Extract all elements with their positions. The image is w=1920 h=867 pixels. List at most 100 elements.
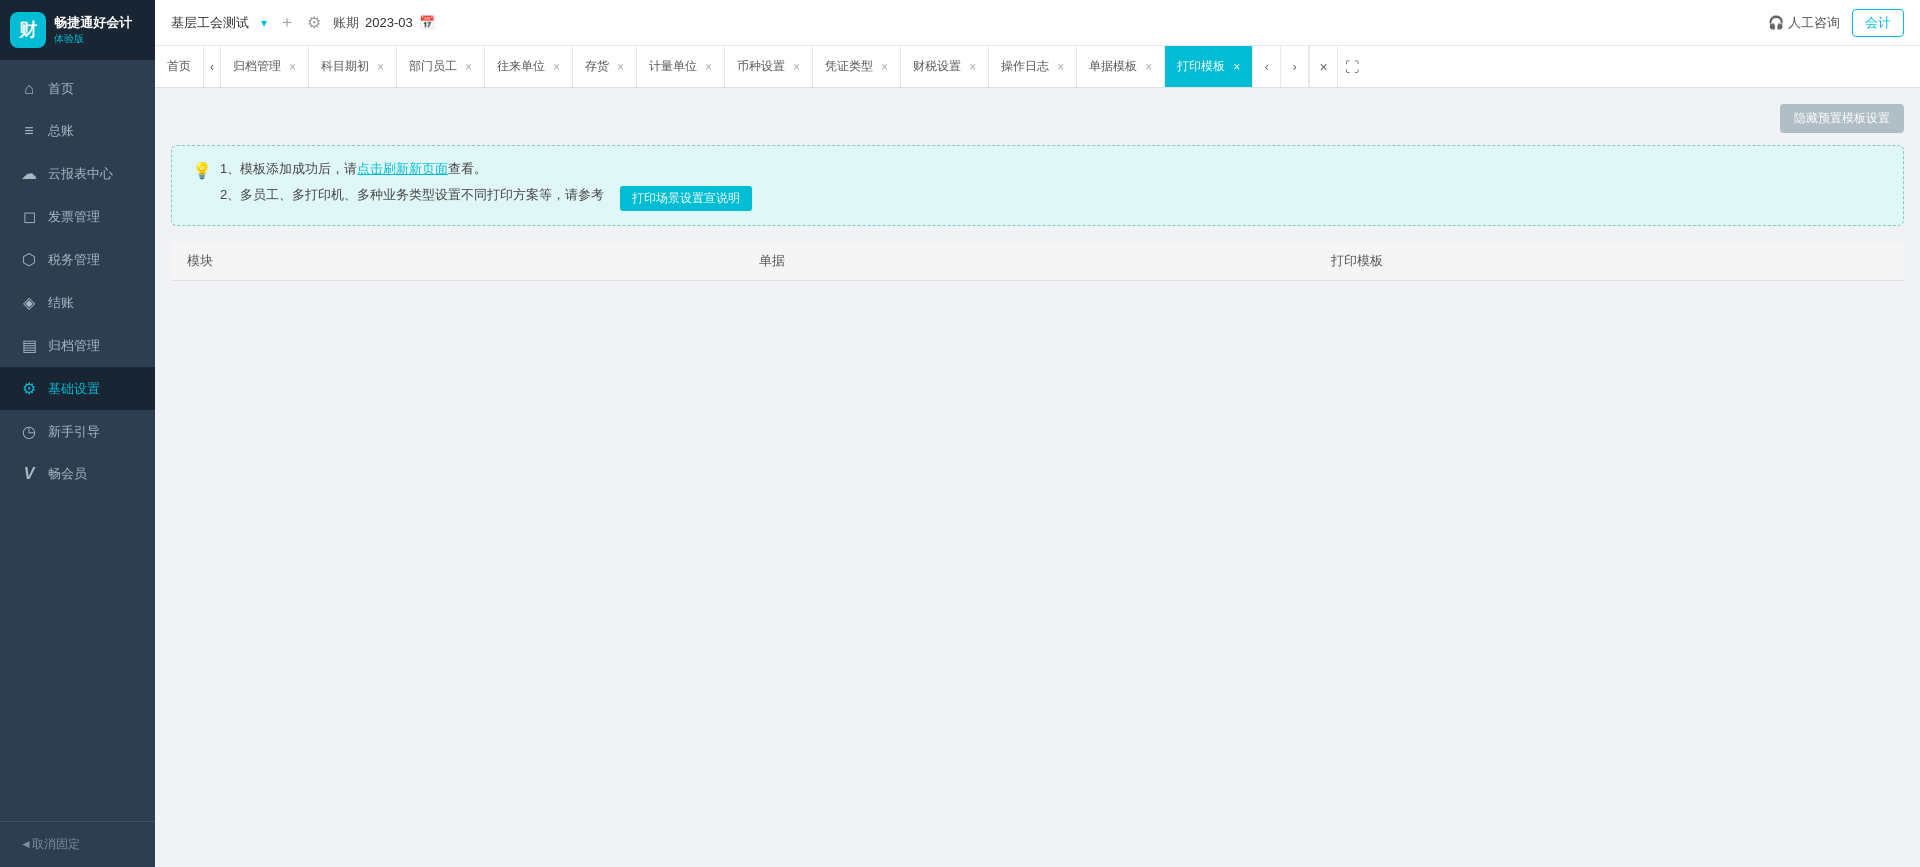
calendar-icon[interactable]: 📅 bbox=[419, 15, 435, 30]
home-icon: ⌂ bbox=[20, 80, 38, 98]
sidebar-item-label: 结账 bbox=[48, 294, 74, 312]
tab-close-icon[interactable]: × bbox=[465, 60, 472, 74]
notice-line1-text: 1、模板添加成功后，请点击刷新新页面查看。 bbox=[220, 160, 487, 178]
tab-close-icon[interactable]: × bbox=[617, 60, 624, 74]
sidebar: 财 畅捷通好会计 体验版 ⌂ 首页 ≡ 总账 ☁ 云报表中心 ◻ 发票管理 ⬡ … bbox=[0, 0, 155, 867]
lock-icon: ◈ bbox=[20, 293, 38, 312]
unpin-label: ◄取消固定 bbox=[20, 836, 80, 853]
col-single: 单据 bbox=[743, 242, 1315, 281]
logo-icon: 财 bbox=[10, 12, 46, 48]
dropdown-icon[interactable]: ▾ bbox=[261, 16, 267, 30]
scene-btn[interactable]: 打印场景设置宣说明 bbox=[620, 186, 752, 211]
tab-nav-back[interactable]: ‹ bbox=[204, 46, 221, 88]
tab-close-icon[interactable]: × bbox=[1057, 60, 1064, 74]
ledger-icon: ≡ bbox=[20, 122, 38, 140]
tax-icon: ⬡ bbox=[20, 250, 38, 269]
hide-template-btn-container: 隐藏预置模板设置 bbox=[171, 104, 1904, 133]
tab-bar: 首页 ‹ 归档管理 × 科目期初 × 部门员工 × 往来单位 × 存货 × 计量… bbox=[155, 46, 1920, 88]
tab-close-icon[interactable]: × bbox=[705, 60, 712, 74]
tab-label: 部门员工 bbox=[409, 58, 457, 75]
account-label: 会计 bbox=[1865, 15, 1891, 30]
settings-icon: ⚙ bbox=[20, 379, 38, 398]
col-print-template: 打印模板 bbox=[1315, 242, 1904, 281]
invoice-icon: ◻ bbox=[20, 207, 38, 226]
sidebar-item-label: 发票管理 bbox=[48, 208, 100, 226]
notice-prefix: 1、模板添加成功后，请 bbox=[220, 161, 357, 176]
tab-close-active-icon[interactable]: × bbox=[1233, 60, 1240, 74]
tab-unit[interactable]: 计量单位 × bbox=[637, 46, 725, 88]
sidebar-item-ledger[interactable]: ≡ 总账 bbox=[0, 110, 155, 152]
support-label: 人工咨询 bbox=[1788, 14, 1840, 32]
logo-area: 财 畅捷通好会计 体验版 bbox=[0, 0, 155, 60]
tab-inventory[interactable]: 存货 × bbox=[573, 46, 637, 88]
tab-nav-next-button[interactable]: › bbox=[1281, 46, 1309, 88]
notice-line-2: 💡 2、多员工、多打印机、多种业务类型设置不同打印方案等，请参考 打印场景设置宣… bbox=[192, 186, 1883, 211]
sidebar-item-label: 归档管理 bbox=[48, 337, 100, 355]
refresh-link[interactable]: 点击刷新新页面 bbox=[357, 161, 448, 176]
sidebar-item-closing[interactable]: ◈ 结账 bbox=[0, 281, 155, 324]
sidebar-item-guide[interactable]: ◷ 新手引导 bbox=[0, 410, 155, 453]
sidebar-item-home[interactable]: ⌂ 首页 bbox=[0, 68, 155, 110]
sidebar-item-archive[interactable]: ▤ 归档管理 bbox=[0, 324, 155, 367]
tab-label: 首页 bbox=[167, 58, 191, 75]
tab-department[interactable]: 部门员工 × bbox=[397, 46, 485, 88]
sidebar-item-reports[interactable]: ☁ 云报表中心 bbox=[0, 152, 155, 195]
tab-close-icon[interactable]: × bbox=[793, 60, 800, 74]
tab-counterpart[interactable]: 往来单位 × bbox=[485, 46, 573, 88]
notice-line2-prefix: 2、多员工、多打印机、多种业务类型设置不同打印方案等，请参考 bbox=[220, 186, 604, 204]
hide-template-button[interactable]: 隐藏预置模板设置 bbox=[1780, 104, 1904, 133]
notice-line-1: 💡 1、模板添加成功后，请点击刷新新页面查看。 bbox=[192, 160, 1883, 180]
tab-close-icon[interactable]: × bbox=[377, 60, 384, 74]
sidebar-footer-unpin[interactable]: ◄取消固定 bbox=[0, 821, 155, 867]
member-icon: V bbox=[20, 465, 38, 483]
col-module: 模块 bbox=[171, 242, 743, 281]
tab-subjects[interactable]: 科目期初 × bbox=[309, 46, 397, 88]
sidebar-item-label: 首页 bbox=[48, 80, 74, 98]
bulb-icon: 💡 bbox=[192, 161, 212, 180]
table-header-row: 模块 单据 打印模板 bbox=[171, 242, 1904, 281]
sidebar-item-tax[interactable]: ⬡ 税务管理 bbox=[0, 238, 155, 281]
tab-label: 归档管理 bbox=[233, 58, 281, 75]
tab-label: 打印模板 bbox=[1177, 58, 1225, 75]
tab-nav-prev-button[interactable]: ‹ bbox=[1253, 46, 1281, 88]
tab-tax-settings[interactable]: 财税设置 × bbox=[901, 46, 989, 88]
tab-home[interactable]: 首页 bbox=[155, 46, 204, 88]
support-button[interactable]: 🎧 人工咨询 bbox=[1768, 14, 1840, 32]
print-template-table: 模块 单据 打印模板 bbox=[171, 242, 1904, 281]
sidebar-nav: ⌂ 首页 ≡ 总账 ☁ 云报表中心 ◻ 发票管理 ⬡ 税务管理 ◈ 结账 ▤ 归… bbox=[0, 60, 155, 821]
tab-close-icon[interactable]: × bbox=[881, 60, 888, 74]
settings-gear-icon[interactable]: ⚙ bbox=[307, 13, 321, 32]
tab-operation-log[interactable]: 操作日志 × bbox=[989, 46, 1077, 88]
tab-expand-button[interactable]: ⛶ bbox=[1337, 46, 1365, 88]
period-selector: 账期 2023-03 📅 bbox=[333, 14, 435, 32]
sidebar-item-settings[interactable]: ⚙ 基础设置 bbox=[0, 367, 155, 410]
tab-close-icon[interactable]: × bbox=[553, 60, 560, 74]
tab-label: 计量单位 bbox=[649, 58, 697, 75]
sidebar-item-label: 税务管理 bbox=[48, 251, 100, 269]
sidebar-item-invoice[interactable]: ◻ 发票管理 bbox=[0, 195, 155, 238]
sidebar-item-label: 基础设置 bbox=[48, 380, 100, 398]
sidebar-item-member[interactable]: V 畅会员 bbox=[0, 453, 155, 495]
tab-currency[interactable]: 币种设置 × bbox=[725, 46, 813, 88]
tab-print-template[interactable]: 打印模板 × bbox=[1165, 46, 1253, 88]
tab-label: 科目期初 bbox=[321, 58, 369, 75]
tab-close-icon[interactable]: × bbox=[1145, 60, 1152, 74]
sidebar-item-label: 总账 bbox=[48, 122, 74, 140]
add-tab-button[interactable]: ＋ bbox=[279, 12, 295, 33]
sidebar-item-label: 云报表中心 bbox=[48, 165, 113, 183]
period-value[interactable]: 2023-03 bbox=[365, 15, 413, 30]
tab-close-icon[interactable]: × bbox=[289, 60, 296, 74]
content-area: 隐藏预置模板设置 💡 1、模板添加成功后，请点击刷新新页面查看。 💡 2、多员工… bbox=[155, 88, 1920, 867]
sidebar-item-label: 畅会员 bbox=[48, 465, 87, 483]
tab-label: 存货 bbox=[585, 58, 609, 75]
tab-close-all-button[interactable]: × bbox=[1309, 46, 1337, 88]
account-button[interactable]: 会计 bbox=[1852, 9, 1904, 37]
notice-box: 💡 1、模板添加成功后，请点击刷新新页面查看。 💡 2、多员工、多打印机、多种业… bbox=[171, 145, 1904, 226]
tab-close-icon[interactable]: × bbox=[969, 60, 976, 74]
headset-icon: 🎧 bbox=[1768, 15, 1784, 30]
tab-voucher[interactable]: 凭证类型 × bbox=[813, 46, 901, 88]
company-name: 基层工会测试 bbox=[171, 14, 249, 32]
cloud-icon: ☁ bbox=[20, 164, 38, 183]
tab-archive[interactable]: 归档管理 × bbox=[221, 46, 309, 88]
tab-single-template[interactable]: 单据模板 × bbox=[1077, 46, 1165, 88]
